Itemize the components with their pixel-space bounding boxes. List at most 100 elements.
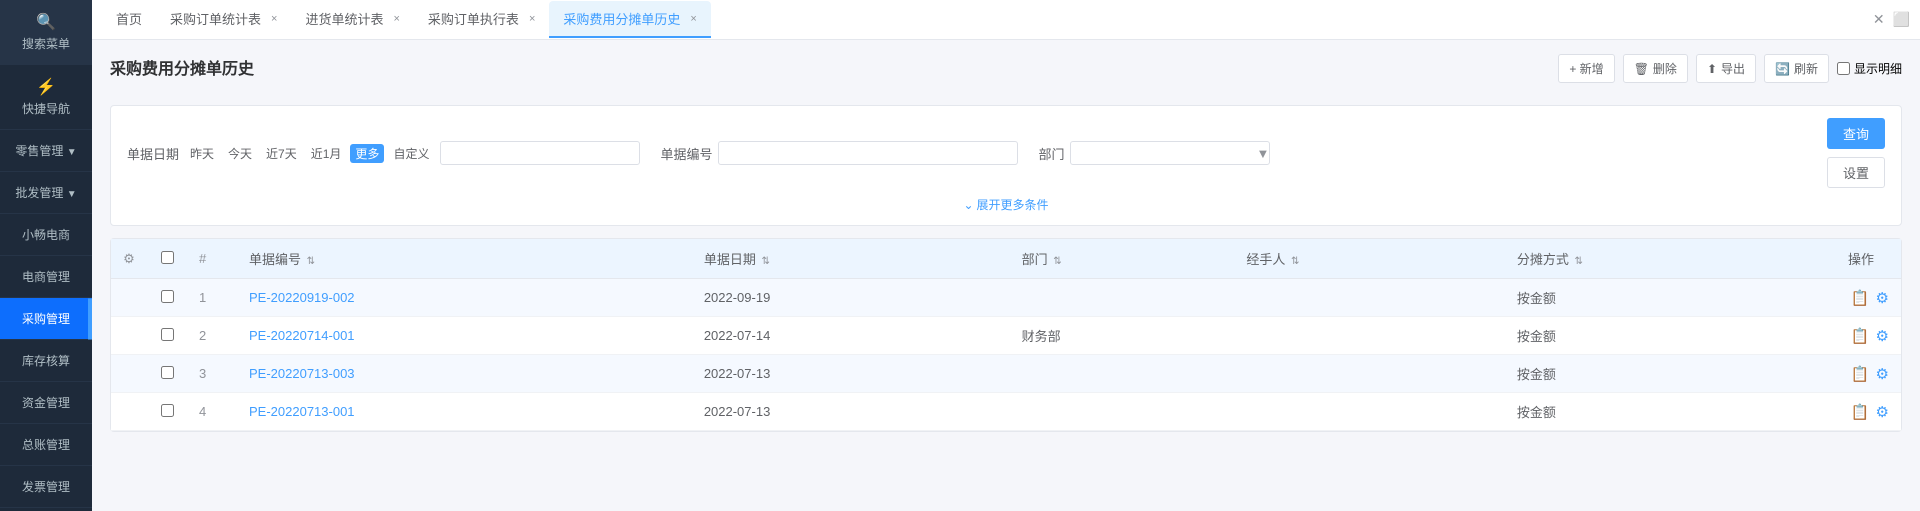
more-btn[interactable]: 更多 [350,144,384,163]
sidebar-item-inventory[interactable]: 库存核算 [0,340,92,382]
dept-dropdown-icon[interactable]: ▼ [1256,146,1269,161]
col-num: # [187,239,237,279]
sidebar-item-mini[interactable]: 小畅电商 [0,214,92,256]
quicknav-icon: ⚡ [8,77,84,97]
sidebar-item-invoice[interactable]: 发票管理 [0,466,92,508]
col-handler[interactable]: 经手人 ⇅ [1234,239,1504,279]
row-settings-1[interactable] [111,317,147,355]
wholesale-label: 批发管理 [15,186,63,200]
row-bill-date-2: 2022-07-13 [692,355,1010,393]
sidebar-item-quicknav[interactable]: ⚡ 快捷导航 [0,65,92,130]
row-checkbox-1[interactable] [161,328,174,341]
col-settings[interactable]: ⚙ [111,239,147,279]
chevron-down-icon: ▼ [67,189,77,200]
close-tab-purchase-order-stats[interactable]: × [271,13,277,25]
delete-button[interactable]: 🗑 删除 [1623,54,1688,83]
export-button[interactable]: ⬆ 导出 [1696,54,1756,83]
sidebar-item-wholesale[interactable]: 批发管理 ▼ [0,172,92,214]
bill-no-link-1[interactable]: PE-20220714-001 [249,328,355,343]
search-row: 单据日期 昨天 今天 近7天 近1月 更多 自定义 2022-01-01 至 2… [127,118,1885,188]
close-tab-purchase-fee-split[interactable]: × [690,13,696,25]
tab-inbound-stats[interactable]: 进货单统计表 × [291,1,413,38]
bill-no-link-0[interactable]: PE-20220919-002 [249,290,355,305]
refresh-button[interactable]: 🔄 刷新 [1764,54,1829,83]
chevron-down-icon: ▼ [67,147,77,158]
toolbar: + 新增 🗑 删除 ⬆ 导出 🔄 刷新 显示明细 [1558,54,1902,83]
bill-no-link-2[interactable]: PE-20220713-003 [249,366,355,381]
tab-purchase-fee-split-label: 采购费用分摊单历史 [563,9,680,28]
row-action-1: 📋 ⚙ [1821,317,1901,355]
edit-icon-0[interactable]: 📋 [1851,289,1870,307]
close-tab-purchase-order-exec[interactable]: × [529,13,535,25]
row-num-1: 2 [187,317,237,355]
bill-no-link-3[interactable]: PE-20220713-001 [249,404,355,419]
more-action-icon-3[interactable]: ⚙ [1876,403,1889,421]
today-btn[interactable]: 今天 [223,143,257,164]
dept-input[interactable] [1070,141,1270,165]
more-action-icon-1[interactable]: ⚙ [1876,327,1889,345]
sidebar-item-finance[interactable]: 资金管理 [0,382,92,424]
row-split-method-1: 按金额 [1505,317,1821,355]
row-settings-3[interactable] [111,393,147,431]
row-checkbox-2[interactable] [161,366,174,379]
sidebar-item-ledger[interactable]: 总账管理 [0,424,92,466]
col-split-method[interactable]: 分摊方式 ⇅ [1505,239,1821,279]
tab-home[interactable]: 首页 [102,1,156,38]
select-all-checkbox[interactable] [161,251,174,264]
toggle-cols-checkbox[interactable] [1837,62,1850,75]
sort-bill-no-icon[interactable]: ⇅ [307,256,315,267]
sidebar-item-ecom[interactable]: 电商管理 [0,256,92,298]
sort-dept-icon[interactable]: ⇅ [1053,256,1061,267]
toggle-cols-label[interactable]: 显示明细 [1837,54,1902,83]
col-bill-no[interactable]: 单据编号 ⇅ [237,239,692,279]
add-button[interactable]: + 新增 [1558,54,1614,83]
sidebar-item-retail[interactable]: 零售管理 ▼ [0,130,92,172]
close-tab-inbound-stats[interactable]: × [393,13,399,25]
sort-split-method-icon[interactable]: ⇅ [1574,256,1582,267]
row-checkbox-0[interactable] [161,290,174,303]
row-split-method-0: 按金额 [1505,279,1821,317]
sort-bill-date-icon[interactable]: ⇅ [761,256,769,267]
tab-inbound-stats-label: 进货单统计表 [305,9,383,28]
sort-handler-icon[interactable]: ⇅ [1291,256,1299,267]
date-range-input[interactable]: 2022-01-01 至 2022-12-31 [440,141,640,165]
row-bill-date-1: 2022-07-14 [692,317,1010,355]
maximize-icon[interactable]: ⬜ [1893,11,1910,28]
row-bill-no-1: PE-20220714-001 [237,317,692,355]
tab-bar: 首页 采购订单统计表 × 进货单统计表 × 采购订单执行表 × 采购费用分摊单历… [92,0,1920,40]
edit-icon-2[interactable]: 📋 [1851,365,1870,383]
tab-purchase-fee-split[interactable]: 采购费用分摊单历史 × [549,1,710,38]
1month-btn[interactable]: 近1月 [306,143,347,164]
sidebar-item-purchase[interactable]: 采购管理 [0,298,92,340]
row-settings-0[interactable] [111,279,147,317]
row-handler-3 [1234,393,1504,431]
query-button[interactable]: 查询 [1827,118,1885,149]
finance-label: 资金管理 [22,396,70,410]
tab-purchase-order-stats[interactable]: 采购订单统计表 × [156,1,291,38]
row-settings-2[interactable] [111,355,147,393]
sidebar-item-search[interactable]: 🔍 搜索菜单 [0,0,92,65]
more-action-icon-2[interactable]: ⚙ [1876,365,1889,383]
setting-button[interactable]: 设置 [1827,157,1885,188]
edit-icon-1[interactable]: 📋 [1851,327,1870,345]
mini-label: 小畅电商 [22,228,70,242]
main-area: 首页 采购订单统计表 × 进货单统计表 × 采购订单执行表 × 采购费用分摊单历… [92,0,1920,511]
row-checkbox-cell-2 [147,355,187,393]
tab-purchase-order-stats-label: 采购订单统计表 [170,9,261,28]
edit-icon-3[interactable]: 📋 [1851,403,1870,421]
yesterday-btn[interactable]: 昨天 [185,143,219,164]
bill-no-input[interactable] [718,141,1018,165]
more-action-icon-0[interactable]: ⚙ [1876,289,1889,307]
close-all-tabs-icon[interactable]: ✕ [1873,11,1885,28]
row-checkbox-3[interactable] [161,404,174,417]
row-dept-0 [1010,279,1235,317]
custom-btn[interactable]: 自定义 [388,143,434,164]
7days-btn[interactable]: 近7天 [261,143,302,164]
tab-purchase-order-exec[interactable]: 采购订单执行表 × [414,1,549,38]
col-bill-date[interactable]: 单据日期 ⇅ [692,239,1010,279]
row-handler-0 [1234,279,1504,317]
expand-button[interactable]: ⌄ 展开更多条件 [963,196,1048,213]
bill-no-search-item: 单据编号 [660,141,1018,165]
col-dept[interactable]: 部门 ⇅ [1010,239,1235,279]
tab-home-label: 首页 [116,9,142,28]
